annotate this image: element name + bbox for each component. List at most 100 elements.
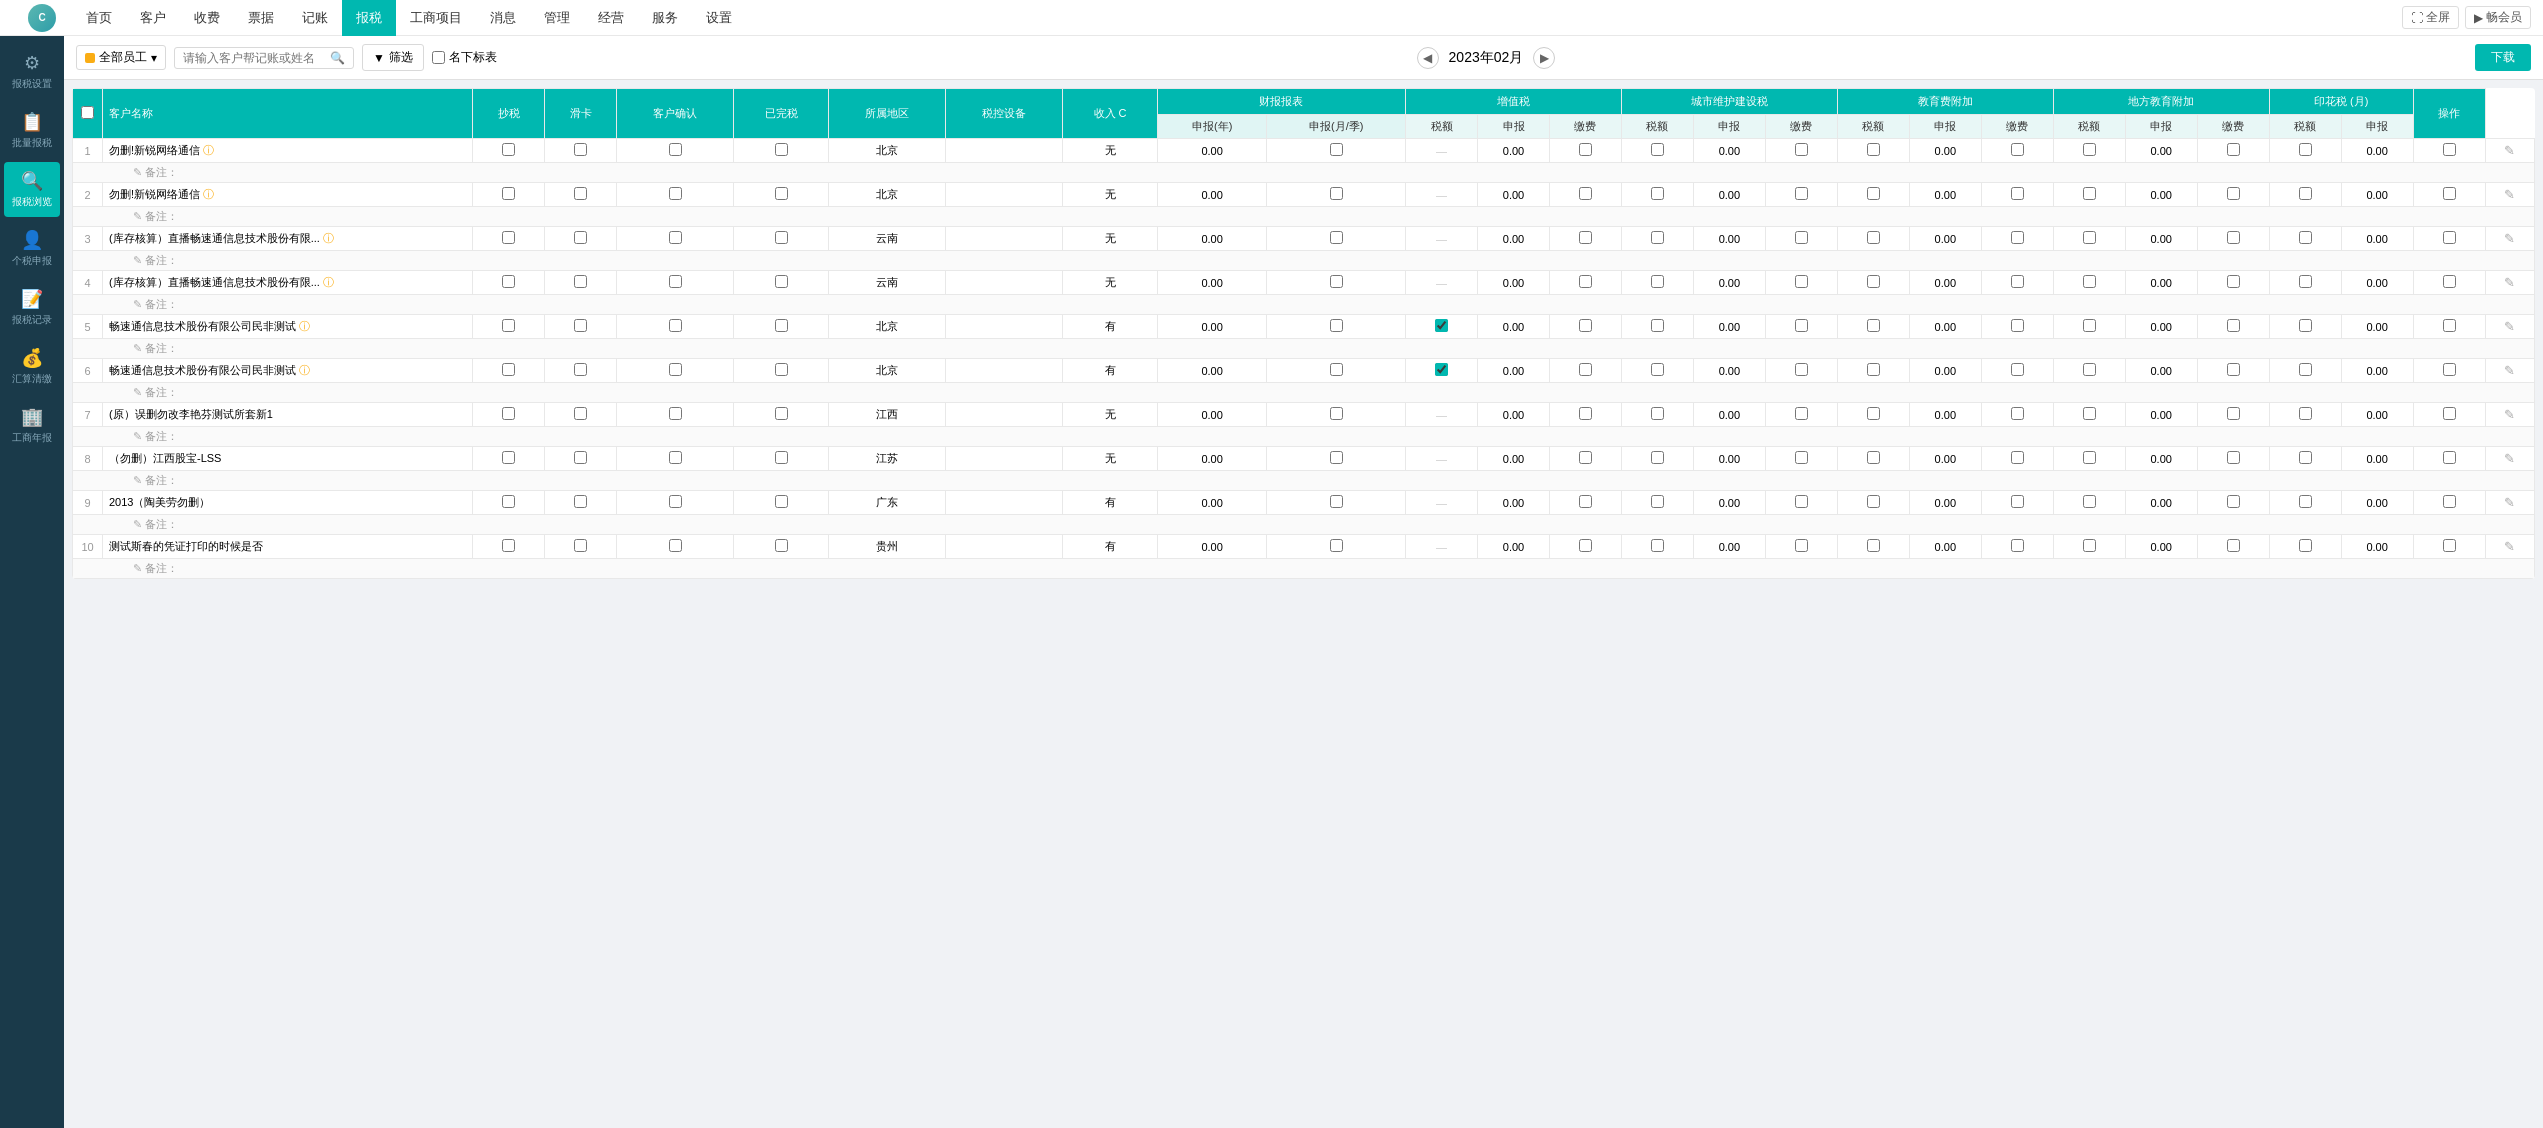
sidebar-item-tax-settings[interactable]: ⚙ 报税设置 — [4, 44, 60, 99]
prev-month-button[interactable]: ◀ — [1417, 47, 1439, 69]
name-list-checkbox[interactable] — [432, 51, 445, 64]
vat-pay-checkbox[interactable] — [1651, 539, 1664, 552]
fr-annual-checkbox[interactable] — [1330, 451, 1343, 464]
local-declare-checkbox[interactable] — [2227, 451, 2240, 464]
edu-declare-checkbox[interactable] — [2011, 231, 2024, 244]
stamp-declare-checkbox[interactable] — [2443, 187, 2456, 200]
urban-declare-checkbox[interactable] — [1795, 407, 1808, 420]
local-declare-checkbox[interactable] — [2227, 495, 2240, 508]
search-input[interactable] — [183, 51, 330, 65]
vat-pay-checkbox[interactable] — [1651, 451, 1664, 464]
urban-declare-checkbox[interactable] — [1795, 539, 1808, 552]
fr-monthly-checkbox[interactable] — [1435, 363, 1448, 376]
cb-tax-copy-checkbox[interactable] — [502, 231, 515, 244]
edu-pay-checkbox[interactable] — [2083, 319, 2096, 332]
vat-pay-checkbox[interactable] — [1651, 143, 1664, 156]
local-declare-checkbox[interactable] — [2227, 319, 2240, 332]
urban-pay-checkbox[interactable] — [1867, 451, 1880, 464]
edu-declare-checkbox[interactable] — [2011, 451, 2024, 464]
cb-tax-copy-checkbox[interactable] — [502, 539, 515, 552]
urban-declare-checkbox[interactable] — [1795, 495, 1808, 508]
cb-slide-checkbox[interactable] — [574, 143, 587, 156]
cb-confirm-checkbox[interactable] — [669, 407, 682, 420]
urban-pay-checkbox[interactable] — [1867, 407, 1880, 420]
cb-confirm-checkbox[interactable] — [669, 319, 682, 332]
local-pay-checkbox[interactable] — [2299, 187, 2312, 200]
fullscreen-button[interactable]: ⛶ 全屏 — [2402, 6, 2459, 29]
vat-declare-checkbox[interactable] — [1579, 363, 1592, 376]
edu-pay-checkbox[interactable] — [2083, 407, 2096, 420]
note-edit-icon[interactable]: ✎ — [133, 518, 142, 530]
edu-declare-checkbox[interactable] — [2011, 363, 2024, 376]
cb-paid-checkbox[interactable] — [775, 451, 788, 464]
cb-slide-checkbox[interactable] — [574, 319, 587, 332]
nav-message[interactable]: 消息 — [476, 0, 530, 36]
urban-pay-checkbox[interactable] — [1867, 495, 1880, 508]
nav-settings[interactable]: 设置 — [692, 0, 746, 36]
fr-annual-checkbox[interactable] — [1330, 407, 1343, 420]
local-pay-checkbox[interactable] — [2299, 143, 2312, 156]
edu-declare-checkbox[interactable] — [2011, 539, 2024, 552]
nav-customer[interactable]: 客户 — [126, 0, 180, 36]
note-edit-icon[interactable]: ✎ — [133, 254, 142, 266]
note-edit-icon[interactable]: ✎ — [133, 210, 142, 222]
edu-pay-checkbox[interactable] — [2083, 143, 2096, 156]
local-pay-checkbox[interactable] — [2299, 363, 2312, 376]
stamp-declare-checkbox[interactable] — [2443, 451, 2456, 464]
stamp-declare-checkbox[interactable] — [2443, 363, 2456, 376]
urban-pay-checkbox[interactable] — [1867, 319, 1880, 332]
cb-slide-checkbox[interactable] — [574, 539, 587, 552]
vat-declare-checkbox[interactable] — [1579, 275, 1592, 288]
vat-declare-checkbox[interactable] — [1579, 187, 1592, 200]
edu-declare-checkbox[interactable] — [2011, 275, 2024, 288]
vat-pay-checkbox[interactable] — [1651, 407, 1664, 420]
edu-pay-checkbox[interactable] — [2083, 495, 2096, 508]
nav-service[interactable]: 服务 — [638, 0, 692, 36]
edit-icon[interactable]: ✎ — [2504, 363, 2515, 378]
local-pay-checkbox[interactable] — [2299, 451, 2312, 464]
vat-declare-checkbox[interactable] — [1579, 539, 1592, 552]
edit-icon[interactable]: ✎ — [2504, 143, 2515, 158]
edu-pay-checkbox[interactable] — [2083, 451, 2096, 464]
sidebar-item-tax-browse[interactable]: 🔍 报税浏览 — [4, 162, 60, 217]
local-pay-checkbox[interactable] — [2299, 275, 2312, 288]
note-edit-icon[interactable]: ✎ — [133, 386, 142, 398]
sidebar-item-personal-tax[interactable]: 👤 个税申报 — [4, 221, 60, 276]
stamp-declare-checkbox[interactable] — [2443, 275, 2456, 288]
cb-confirm-checkbox[interactable] — [669, 495, 682, 508]
note-edit-icon[interactable]: ✎ — [133, 166, 142, 178]
local-pay-checkbox[interactable] — [2299, 407, 2312, 420]
edit-icon[interactable]: ✎ — [2504, 187, 2515, 202]
vat-declare-checkbox[interactable] — [1579, 231, 1592, 244]
fr-annual-checkbox[interactable] — [1330, 275, 1343, 288]
member-button[interactable]: ▶ 畅会员 — [2465, 6, 2531, 29]
name-list-checkbox-group[interactable]: 名下标表 — [432, 49, 497, 66]
edit-icon[interactable]: ✎ — [2504, 275, 2515, 290]
local-declare-checkbox[interactable] — [2227, 539, 2240, 552]
fr-annual-checkbox[interactable] — [1330, 319, 1343, 332]
cb-slide-checkbox[interactable] — [574, 495, 587, 508]
urban-pay-checkbox[interactable] — [1867, 143, 1880, 156]
nav-management[interactable]: 管理 — [530, 0, 584, 36]
stamp-declare-checkbox[interactable] — [2443, 407, 2456, 420]
edit-icon[interactable]: ✎ — [2504, 407, 2515, 422]
cb-paid-checkbox[interactable] — [775, 275, 788, 288]
local-pay-checkbox[interactable] — [2299, 231, 2312, 244]
urban-declare-checkbox[interactable] — [1795, 451, 1808, 464]
urban-declare-checkbox[interactable] — [1795, 143, 1808, 156]
cb-tax-copy-checkbox[interactable] — [502, 275, 515, 288]
urban-declare-checkbox[interactable] — [1795, 231, 1808, 244]
nav-home[interactable]: 首页 — [72, 0, 126, 36]
fr-monthly-checkbox[interactable] — [1435, 319, 1448, 332]
local-pay-checkbox[interactable] — [2299, 495, 2312, 508]
cb-paid-checkbox[interactable] — [775, 187, 788, 200]
note-edit-icon[interactable]: ✎ — [133, 430, 142, 442]
vat-declare-checkbox[interactable] — [1579, 407, 1592, 420]
edu-declare-checkbox[interactable] — [2011, 187, 2024, 200]
vat-pay-checkbox[interactable] — [1651, 319, 1664, 332]
cb-slide-checkbox[interactable] — [574, 231, 587, 244]
local-declare-checkbox[interactable] — [2227, 407, 2240, 420]
cb-tax-copy-checkbox[interactable] — [502, 407, 515, 420]
fr-annual-checkbox[interactable] — [1330, 539, 1343, 552]
filter-button[interactable]: ▼ 筛选 — [362, 44, 424, 71]
